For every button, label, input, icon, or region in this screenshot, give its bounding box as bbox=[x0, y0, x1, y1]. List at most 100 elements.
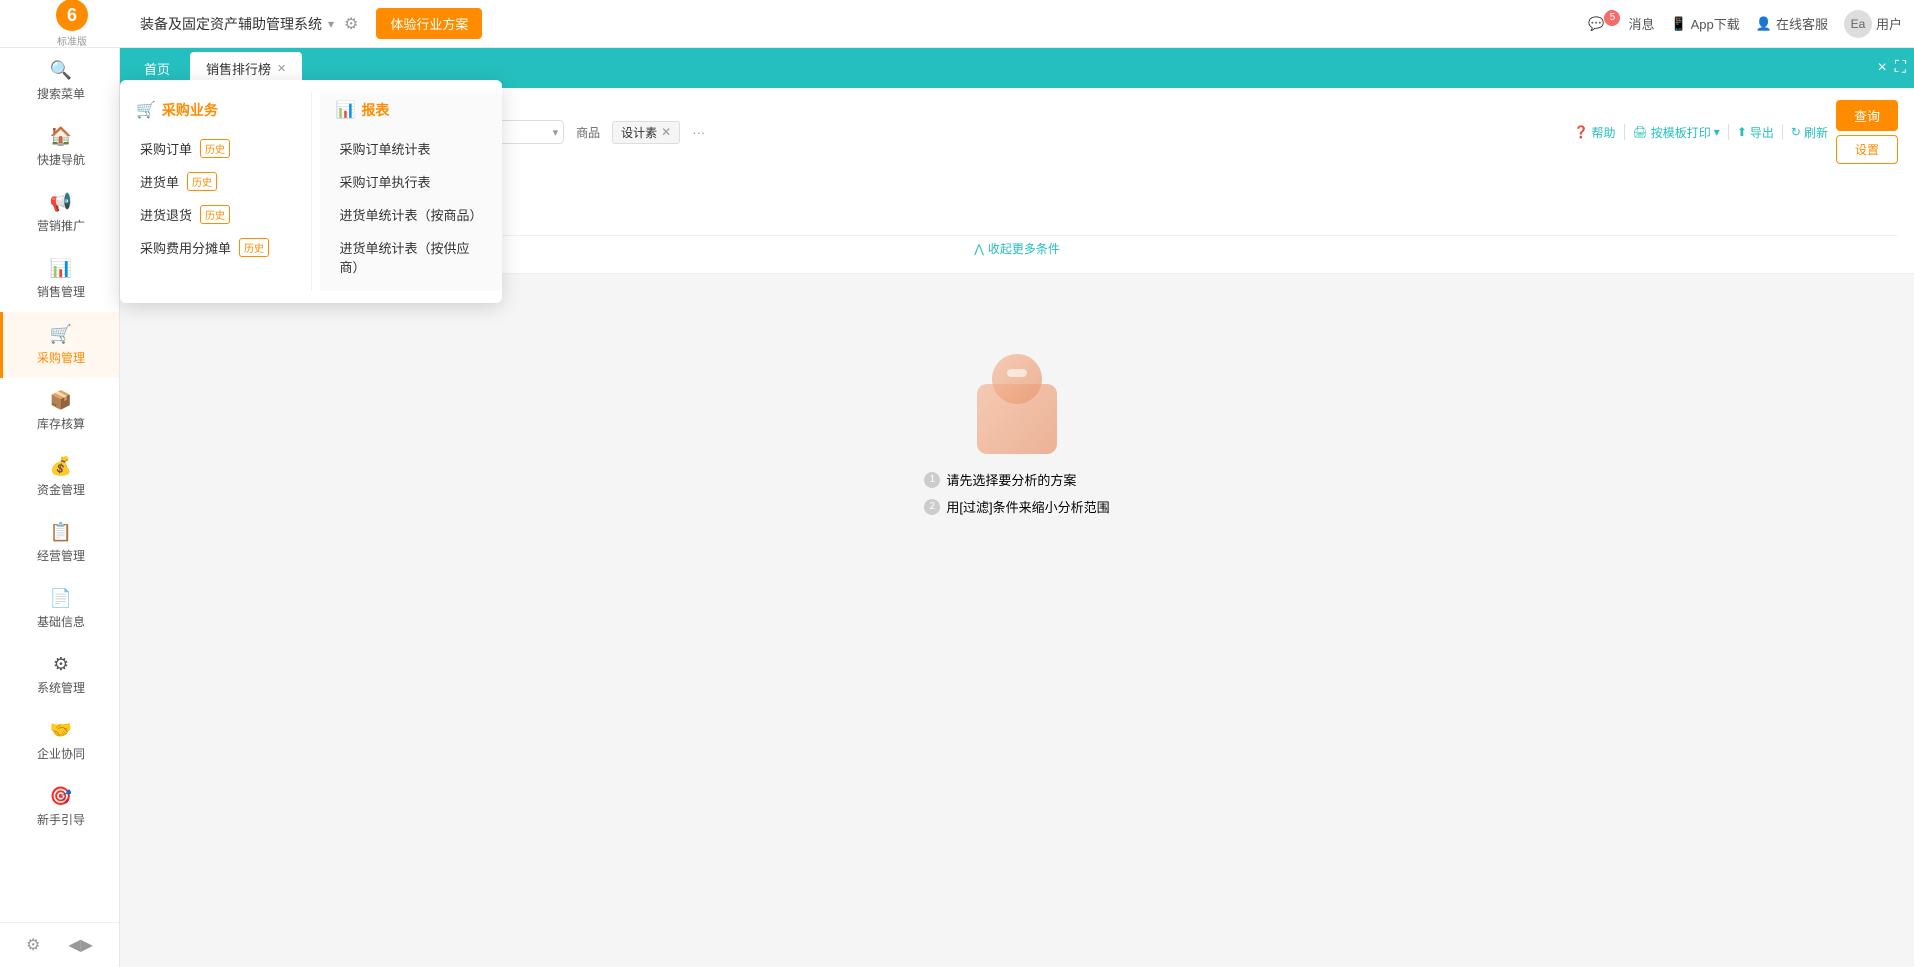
dropdown-item-inbound[interactable]: 进货单 历史 bbox=[136, 165, 287, 198]
refresh-btn[interactable]: ↻ 刷新 bbox=[1791, 124, 1828, 141]
inventory-icon: 📦 bbox=[50, 390, 72, 411]
goods-tag-close-icon[interactable]: ✕ bbox=[661, 125, 671, 139]
finance-icon: 💰 bbox=[50, 456, 72, 477]
purchase-icon: 🛒 bbox=[50, 324, 72, 345]
empty-robot-eye bbox=[1007, 369, 1027, 377]
system-icon: ⚙ bbox=[53, 654, 69, 675]
app-download-item[interactable]: 📱 App下载 bbox=[1670, 14, 1739, 33]
sidebar-label-home: 快捷导航 bbox=[37, 151, 85, 168]
sidebar-item-inventory[interactable]: 📦 库存核算 bbox=[0, 378, 119, 444]
top-header: 6 标准版 装备及固定资产辅助管理系统 ▾ ⚙ 体验行业方案 💬 5 消息 📱 … bbox=[0, 0, 1914, 48]
purchase-col-title-text: 采购业务 bbox=[162, 100, 218, 120]
online-service-item[interactable]: 👤 在线客服 bbox=[1756, 14, 1828, 33]
dropdown-item-order-exec[interactable]: 采购订单执行表 bbox=[336, 165, 487, 198]
dropdown-item-expense[interactable]: 采购费用分摊单 历史 bbox=[136, 231, 287, 264]
sidebar-label-guide: 新手引导 bbox=[37, 811, 85, 828]
sidebar-label-system: 系统管理 bbox=[37, 679, 85, 696]
step-1-icon: 1 bbox=[924, 472, 940, 488]
message-badge: 5 bbox=[1604, 10, 1620, 26]
tab-maximize-icon[interactable]: ⛶ bbox=[1895, 59, 1906, 77]
message-icon: 💬 bbox=[1588, 16, 1604, 32]
toolbar-divider-1 bbox=[1624, 124, 1625, 140]
system-title: 装备及固定资产辅助管理系统 bbox=[140, 14, 322, 34]
goods-more-dots[interactable]: ··· bbox=[692, 125, 705, 140]
report-col: 📊 报表 采购订单统计表 采购订单执行表 进货单统计表（按商品） 进货单统计表（… bbox=[320, 92, 503, 291]
message-item[interactable]: 💬 5 消息 bbox=[1588, 14, 1654, 33]
tab-minimize-icon[interactable]: × bbox=[1877, 59, 1886, 77]
search-icon: 🔍 bbox=[50, 60, 72, 81]
dropdown-item-return[interactable]: 进货退货 历史 bbox=[136, 198, 287, 231]
sidebar-item-guide[interactable]: 🎯 新手引导 bbox=[0, 774, 119, 840]
inbound-label: 进货单 bbox=[140, 172, 179, 191]
sidebar-label-purchase: 采购管理 bbox=[37, 349, 85, 366]
marketing-icon: 📢 bbox=[50, 192, 72, 213]
logo-subtitle: 标准版 bbox=[57, 33, 87, 48]
query-button[interactable]: 查询 bbox=[1836, 100, 1898, 131]
dropdown-divider bbox=[311, 92, 312, 291]
empty-robot-head bbox=[992, 354, 1042, 404]
settings-icon[interactable]: ⚙ bbox=[344, 14, 358, 34]
help-label: 帮助 bbox=[1592, 124, 1616, 141]
help-btn[interactable]: ❓ 帮助 bbox=[1574, 124, 1616, 141]
print-btn[interactable]: 🖨 按模板打印 ▾ bbox=[1633, 124, 1720, 141]
inbound-history-badge: 历史 bbox=[187, 172, 217, 191]
header-right: 💬 5 消息 📱 App下载 👤 在线客服 Ea 用户 bbox=[1588, 10, 1902, 38]
purchase-order-label: 采购订单 bbox=[140, 139, 192, 158]
tab-close-icon[interactable]: ✕ bbox=[277, 62, 286, 75]
experience-button[interactable]: 体验行业方案 bbox=[376, 8, 482, 39]
order-stats-label: 采购订单统计表 bbox=[340, 139, 431, 158]
operations-icon: 📋 bbox=[50, 522, 72, 543]
refresh-label: 刷新 bbox=[1804, 124, 1828, 141]
guide-icon: 🎯 bbox=[50, 786, 72, 807]
collapse-label: 收起更多条件 bbox=[988, 240, 1060, 257]
sidebar-item-home[interactable]: 🏠 快捷导航 bbox=[0, 114, 119, 180]
sidebar-item-operations[interactable]: 📋 经营管理 bbox=[0, 510, 119, 576]
order-exec-label: 采购订单执行表 bbox=[340, 172, 431, 191]
sidebar-label-marketing: 营销推广 bbox=[37, 217, 85, 234]
sidebar-label-inventory: 库存核算 bbox=[37, 415, 85, 432]
sidebar-item-basic[interactable]: 📄 基础信息 bbox=[0, 576, 119, 642]
settings-bottom-icon[interactable]: ⚙ bbox=[26, 935, 40, 955]
purchase-dropdown: 🛒 采购业务 采购订单 历史 进货单 历史 进货退货 历史 采购费用分摊单 历史 bbox=[120, 80, 502, 303]
step-2-icon: 2 bbox=[924, 499, 940, 515]
sidebar-label-basic: 基础信息 bbox=[37, 613, 85, 630]
user-avatar: Ea bbox=[1844, 10, 1872, 38]
return-label: 进货退货 bbox=[140, 205, 192, 224]
sidebar-item-purchase[interactable]: 🛒 采购管理 bbox=[0, 312, 119, 378]
export-btn[interactable]: ⬆ 导出 bbox=[1737, 124, 1774, 141]
inbound-stats-supplier-label: 进货单统计表（按供应商） bbox=[340, 238, 483, 276]
user-item[interactable]: Ea 用户 bbox=[1844, 10, 1902, 38]
inbound-stats-goods-label: 进货单统计表（按商品） bbox=[340, 205, 483, 224]
tab-bar-right: × ⛶ bbox=[1877, 59, 1906, 77]
dropdown-arrow-icon[interactable]: ▾ bbox=[328, 17, 334, 31]
empty-hint-2: 2 用[过滤]条件来缩小分析范围 bbox=[924, 497, 1109, 516]
home-icon: 🏠 bbox=[50, 126, 72, 147]
sidebar-item-system[interactable]: ⚙ 系统管理 bbox=[0, 642, 119, 708]
export-label: 导出 bbox=[1750, 124, 1774, 141]
sidebar-item-search[interactable]: 🔍 搜索菜单 bbox=[0, 48, 119, 114]
goods-tag-label: 设计素 bbox=[621, 124, 657, 141]
expense-label: 采购费用分摊单 bbox=[140, 238, 231, 257]
sales-icon: 📊 bbox=[50, 258, 72, 279]
online-service-label: 在线客服 bbox=[1776, 14, 1828, 33]
report-col-title: 📊 报表 bbox=[336, 100, 487, 120]
dropdown-item-inbound-stats-supplier[interactable]: 进货单统计表（按供应商） bbox=[336, 231, 487, 283]
sidebar-item-sales[interactable]: 📊 销售管理 bbox=[0, 246, 119, 312]
set-button[interactable]: 设置 bbox=[1836, 135, 1898, 164]
return-history-badge: 历史 bbox=[200, 205, 230, 224]
sidebar-item-collab[interactable]: 🤝 企业协同 bbox=[0, 708, 119, 774]
logo-area: 6 标准版 bbox=[12, 0, 132, 48]
sidebar-item-finance[interactable]: 💰 资金管理 bbox=[0, 444, 119, 510]
sidebar-label-sales: 销售管理 bbox=[37, 283, 85, 300]
collapse-sidebar-icon[interactable]: ◀▶ bbox=[68, 935, 93, 955]
sidebar-item-marketing[interactable]: 📢 营销推广 bbox=[0, 180, 119, 246]
app-logo: 6 bbox=[56, 0, 88, 31]
app-download-label: App下载 bbox=[1691, 14, 1740, 33]
collapse-up-icon: ⋀ bbox=[974, 242, 984, 256]
user-label: 用户 bbox=[1876, 14, 1902, 33]
dropdown-item-purchase-order[interactable]: 采购订单 历史 bbox=[136, 132, 287, 165]
message-label: 消息 bbox=[1628, 14, 1654, 33]
dropdown-item-inbound-stats-goods[interactable]: 进货单统计表（按商品） bbox=[336, 198, 487, 231]
dropdown-item-order-stats[interactable]: 采购订单统计表 bbox=[336, 132, 487, 165]
purchase-business-col: 🛒 采购业务 采购订单 历史 进货单 历史 进货退货 历史 采购费用分摊单 历史 bbox=[120, 92, 303, 291]
